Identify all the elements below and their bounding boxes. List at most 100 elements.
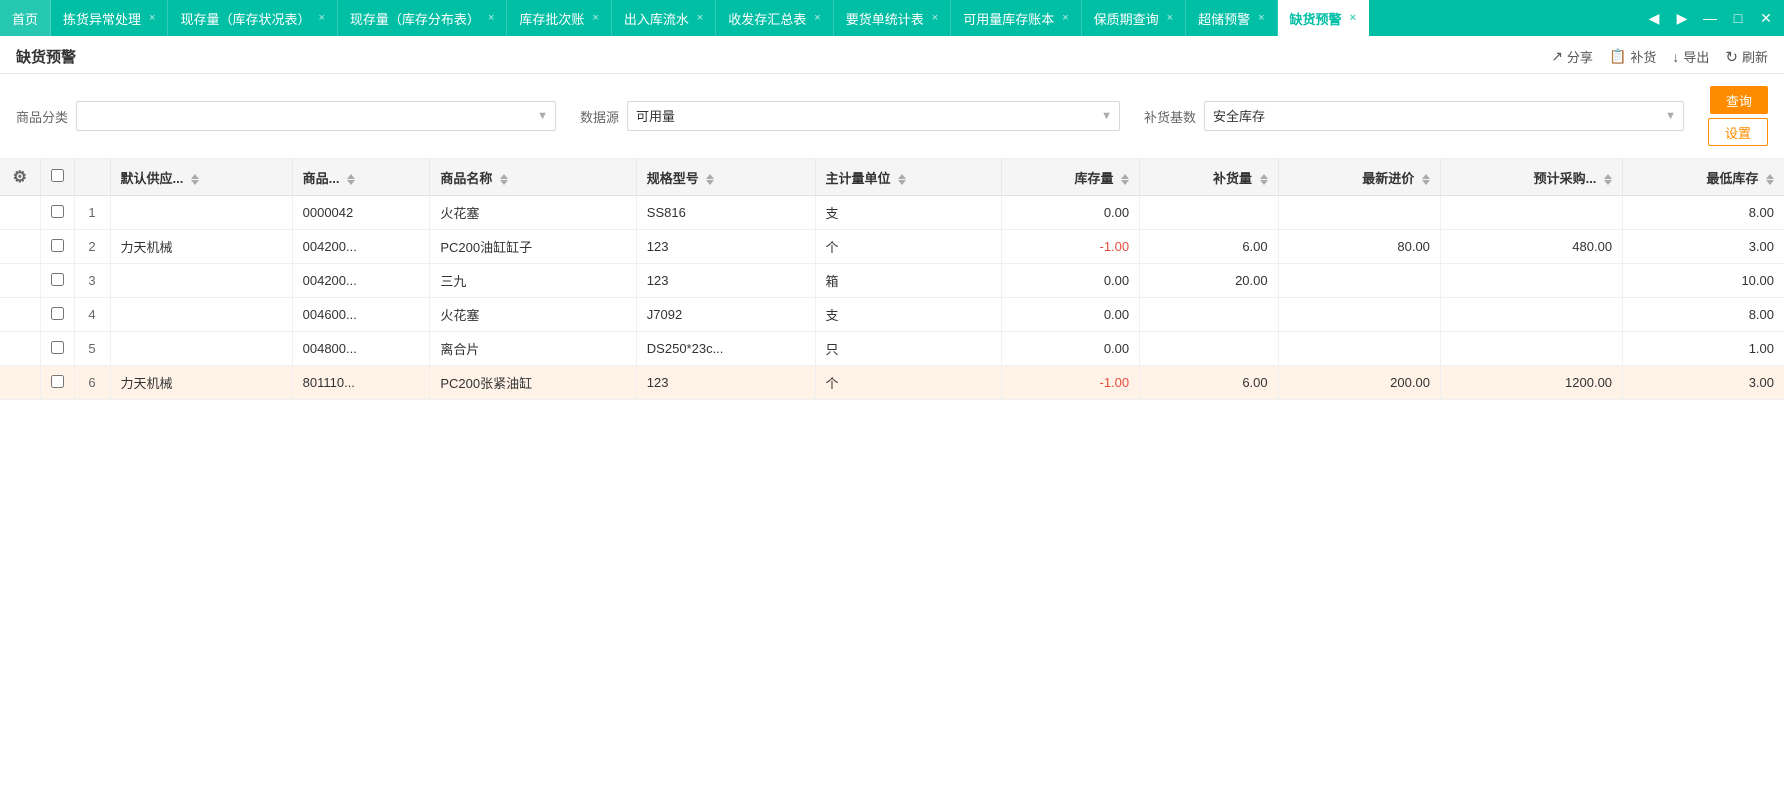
- td-min-stock: 3.00: [1623, 366, 1784, 400]
- column-settings-icon[interactable]: ⚙: [13, 169, 27, 186]
- nav-close-button[interactable]: ✕: [1752, 4, 1780, 32]
- refresh-action[interactable]: ↻ 刷新: [1725, 47, 1768, 66]
- td-latest-price: [1278, 298, 1440, 332]
- nav-tab-7[interactable]: 要货单统计表×: [834, 0, 951, 36]
- nav-prev-button[interactable]: ◀: [1640, 4, 1668, 32]
- row-checkbox-0[interactable]: [51, 205, 64, 218]
- nav-tab-6[interactable]: 收发存汇总表×: [716, 0, 833, 36]
- td-product-name: 离合片: [430, 332, 636, 366]
- nav-tab-close-icon[interactable]: ×: [149, 12, 155, 24]
- sort-code-icon: [347, 174, 355, 185]
- supplement-base-select[interactable]: 安全库存: [1204, 101, 1684, 131]
- nav-tab-4[interactable]: 库存批次账×: [507, 0, 611, 36]
- nav-tab-close-icon[interactable]: ×: [697, 12, 703, 24]
- sort-name-icon: [500, 174, 508, 185]
- nav-tab-1[interactable]: 拣货异常处理 ×: [51, 0, 168, 36]
- sort-price-icon: [1422, 174, 1430, 185]
- td-supplement: 6.00: [1140, 230, 1279, 264]
- td-min-stock: 8.00: [1623, 196, 1784, 230]
- td-default-supplier: 力天机械: [110, 230, 292, 264]
- th-latest-price[interactable]: 最新进价: [1278, 159, 1440, 196]
- nav-tab-11[interactable]: 缺货预警 ×: [1278, 0, 1369, 36]
- sort-supplement-icon: [1260, 174, 1268, 185]
- export-action[interactable]: ↓ 导出: [1672, 47, 1709, 66]
- td-index: 1: [74, 196, 110, 230]
- td-default-supplier: [110, 264, 292, 298]
- nav-tab-5[interactable]: 出入库流水 ×: [612, 0, 716, 36]
- td-estimated-purchase: 480.00: [1440, 230, 1622, 264]
- td-spec: 123: [636, 264, 815, 298]
- td-estimated-purchase: [1440, 196, 1622, 230]
- category-select[interactable]: [76, 101, 556, 131]
- td-stock: 0.00: [1001, 298, 1140, 332]
- nav-tab-close-icon[interactable]: ×: [1350, 12, 1356, 24]
- row-checkbox-1[interactable]: [51, 239, 64, 252]
- header-row: ⚙ 默认供应... 商品...: [0, 159, 1784, 196]
- td-product-code: 004200...: [292, 230, 430, 264]
- datasource-select[interactable]: 可用量: [627, 101, 1120, 131]
- nav-tab-close-icon[interactable]: ×: [1062, 12, 1068, 24]
- td-stock: -1.00: [1001, 366, 1140, 400]
- nav-tab-close-icon[interactable]: ×: [1258, 12, 1264, 24]
- nav-tab-close-icon[interactable]: ×: [592, 12, 598, 24]
- td-index: 5: [74, 332, 110, 366]
- settings-button[interactable]: 设置: [1708, 118, 1768, 146]
- td-product-code: 0000042: [292, 196, 430, 230]
- td-default-supplier: [110, 196, 292, 230]
- td-checkbox: [40, 196, 74, 230]
- th-supplement[interactable]: 补货量: [1140, 159, 1279, 196]
- nav-tab-9[interactable]: 保质期查询×: [1082, 0, 1186, 36]
- nav-maximize-button[interactable]: □: [1724, 4, 1752, 32]
- td-product-code: 004600...: [292, 298, 430, 332]
- th-product-name[interactable]: 商品名称: [430, 159, 636, 196]
- td-product-code: 004800...: [292, 332, 430, 366]
- nav-tab-2[interactable]: 现存量（库存状况表）×: [168, 0, 337, 36]
- row-checkbox-5[interactable]: [51, 375, 64, 388]
- nav-next-button[interactable]: ▶: [1668, 4, 1696, 32]
- row-checkbox-3[interactable]: [51, 307, 64, 320]
- share-action[interactable]: ↗ 分享: [1551, 47, 1593, 66]
- th-default-supplier[interactable]: 默认供应...: [110, 159, 292, 196]
- td-min-stock: 10.00: [1623, 264, 1784, 298]
- td-row-settings: [0, 332, 40, 366]
- select-all-checkbox[interactable]: [51, 169, 64, 182]
- nav-tab-8[interactable]: 可用量库存账本×: [951, 0, 1081, 36]
- nav-tab-0[interactable]: 首页: [0, 0, 51, 36]
- nav-tab-label: 缺货预警: [1290, 9, 1342, 28]
- td-index: 2: [74, 230, 110, 264]
- table-row: 4 004600... 火花塞 J7092 支 0.00 8.00: [0, 298, 1784, 332]
- table-body: 1 0000042 火花塞 SS816 支 0.00 8.00 2 力天机械 0…: [0, 196, 1784, 400]
- td-unit: 只: [815, 332, 1001, 366]
- sort-stock-icon: [1121, 174, 1129, 185]
- nav-tab-close-icon[interactable]: ×: [932, 12, 938, 24]
- td-default-supplier: [110, 298, 292, 332]
- td-stock: 0.00: [1001, 196, 1140, 230]
- th-spec[interactable]: 规格型号: [636, 159, 815, 196]
- td-spec: DS250*23c...: [636, 332, 815, 366]
- td-index: 4: [74, 298, 110, 332]
- nav-tab-10[interactable]: 超储预警×: [1186, 0, 1277, 36]
- nav-tab-label: 拣货异常处理: [63, 9, 141, 28]
- row-checkbox-4[interactable]: [51, 341, 64, 354]
- nav-tab-close-icon[interactable]: ×: [318, 12, 324, 24]
- th-stock[interactable]: 库存量: [1001, 159, 1140, 196]
- supplement-action[interactable]: 📋 补货: [1609, 47, 1656, 66]
- sort-supplier-icon: [191, 174, 199, 185]
- nav-tab-close-icon[interactable]: ×: [1167, 12, 1173, 24]
- th-estimated-purchase[interactable]: 预计采购...: [1440, 159, 1622, 196]
- row-checkbox-2[interactable]: [51, 273, 64, 286]
- th-min-stock[interactable]: 最低库存: [1623, 159, 1784, 196]
- nav-minimize-button[interactable]: ―: [1696, 4, 1724, 32]
- th-unit[interactable]: 主计量单位: [815, 159, 1001, 196]
- td-latest-price: [1278, 332, 1440, 366]
- th-product-code[interactable]: 商品...: [292, 159, 430, 196]
- export-icon: ↓: [1672, 49, 1679, 65]
- nav-tab-3[interactable]: 现存量（库存分布表）×: [338, 0, 507, 36]
- share-icon: ↗: [1551, 48, 1563, 65]
- nav-tab-label: 出入库流水: [624, 9, 689, 28]
- share-label: 分享: [1567, 47, 1593, 66]
- query-button[interactable]: 查询: [1710, 86, 1768, 114]
- td-checkbox: [40, 366, 74, 400]
- nav-tab-close-icon[interactable]: ×: [488, 12, 494, 24]
- nav-tab-close-icon[interactable]: ×: [814, 12, 820, 24]
